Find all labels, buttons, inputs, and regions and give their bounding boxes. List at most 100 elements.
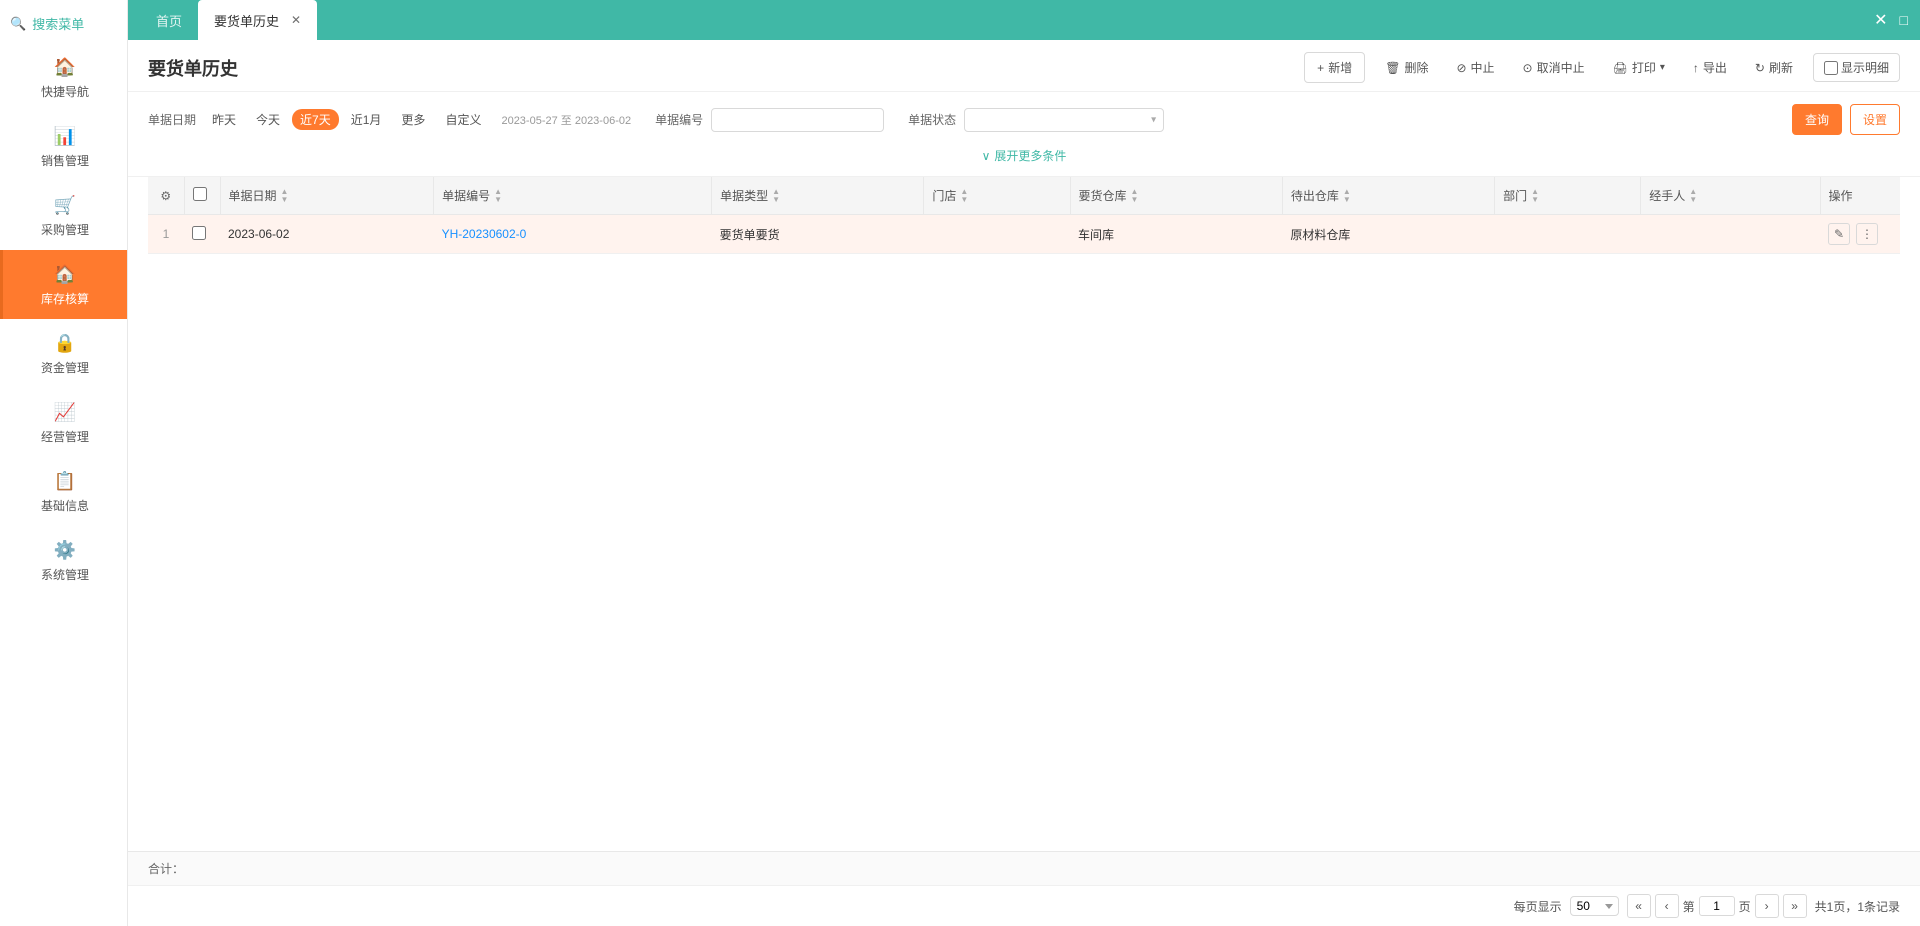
page-header: 要货单历史 + 新增 🗑 删除 ⊘ 中止 ⊙ 取消中止 <box>128 40 1920 92</box>
sidebar-search[interactable]: 🔍 搜索菜单 <box>0 0 127 43</box>
cancel-stop-button[interactable]: ⊙ 取消中止 <box>1515 53 1593 82</box>
table-container: ⚙ 单据日期 ▲▼ 单据编号 <box>128 177 1920 851</box>
sort-date[interactable]: 单据日期 ▲▼ <box>229 187 426 204</box>
sidebar-item-inventory[interactable]: 🏠 库存核算 <box>0 250 127 319</box>
tab-requisition-history[interactable]: 要货单历史 ✕ <box>198 0 317 40</box>
td-handler <box>1641 215 1820 254</box>
page-prefix: 第 <box>1683 898 1695 915</box>
sidebar-item-label: 快捷导航 <box>41 83 89 100</box>
date-filter-label: 单据日期 <box>148 111 196 128</box>
doc-status-filter-group: 单据状态 ▾ <box>908 108 1164 132</box>
refresh-button[interactable]: ↻ 刷新 <box>1747 53 1801 82</box>
th-req-warehouse: 要货仓库 ▲▼ <box>1070 177 1282 215</box>
show-detail-checkbox[interactable] <box>1824 61 1838 75</box>
cancel-stop-icon: ⊙ <box>1523 61 1533 75</box>
column-settings-icon[interactable]: ⚙ <box>156 189 176 203</box>
date-option-today[interactable]: 今天 <box>248 109 288 130</box>
th-action: 操作 <box>1820 177 1900 215</box>
date-range-display: 2023-05-27 至 2023-06-02 <box>501 112 631 128</box>
sidebar-item-label: 经营管理 <box>41 428 89 445</box>
sort-pending-warehouse[interactable]: 待出仓库 ▲▼ <box>1291 187 1486 204</box>
first-page-button[interactable]: « <box>1627 894 1651 918</box>
page-title: 要货单历史 <box>148 55 238 81</box>
purchase-icon: 🛒 <box>54 195 76 216</box>
refresh-icon: ↻ <box>1755 61 1765 75</box>
date-option-more[interactable]: 更多 <box>393 109 433 130</box>
settings-button[interactable]: 设置 <box>1850 104 1900 135</box>
date-option-custom[interactable]: 自定义 <box>437 109 489 130</box>
sidebar-item-operation[interactable]: 📈 经营管理 <box>0 388 127 457</box>
print-label: 打印 <box>1632 59 1656 76</box>
sort-store[interactable]: 门店 ▲▼ <box>932 187 1061 204</box>
prev-page-button[interactable]: ‹ <box>1655 894 1679 918</box>
sidebar-item-label: 资金管理 <box>41 359 89 376</box>
print-dropdown-icon: ▾ <box>1660 62 1665 73</box>
filter-row-1: 单据日期 昨天 今天 近7天 近1月 更多 自定义 2023-05-27 至 2… <box>148 104 1900 135</box>
select-all-checkbox[interactable] <box>193 187 207 201</box>
th-checkbox <box>184 177 220 215</box>
td-action: ✎ ⋮ <box>1820 215 1900 254</box>
th-action-label: 操作 <box>1829 189 1853 203</box>
sidebar-item-label: 库存核算 <box>41 290 89 307</box>
td-pending-warehouse: 原材料仓库 <box>1282 215 1494 254</box>
footer-summary: 合计： <box>128 851 1920 885</box>
th-number: 单据编号 ▲▼ <box>434 177 712 215</box>
next-page-button[interactable]: › <box>1755 894 1779 918</box>
doc-number-link[interactable]: YH-20230602-0 <box>442 227 527 241</box>
topbar: 首页 要货单历史 ✕ ✕ □ <box>128 0 1920 40</box>
sidebar: 🔍 搜索菜单 🏠 快捷导航 📊 销售管理 🛒 采购管理 🏠 库存核算 🔒 资金管… <box>0 0 128 926</box>
cancel-stop-label: 取消中止 <box>1537 59 1585 76</box>
tab-close-icon[interactable]: ✕ <box>291 13 301 27</box>
doc-number-filter-group: 单据编号 <box>655 108 884 132</box>
export-icon: ↑ <box>1693 61 1699 75</box>
tab-requisition-label: 要货单历史 <box>214 11 279 30</box>
sort-arrows-handler: ▲▼ <box>1689 188 1697 204</box>
export-button[interactable]: ↑ 导出 <box>1685 53 1735 82</box>
sidebar-item-label: 基础信息 <box>41 497 89 514</box>
row-edit-icon[interactable]: ✎ <box>1828 223 1850 245</box>
delete-button[interactable]: 🗑 删除 <box>1377 53 1436 82</box>
pagination-bar: 每页显示 10 20 50 100 « ‹ 第 页 › » 共1页，1条记录 <box>128 885 1920 926</box>
operation-icon: 📈 <box>54 402 76 423</box>
date-option-7days[interactable]: 近7天 <box>292 109 339 130</box>
sort-handler[interactable]: 经手人 ▲▼ <box>1649 187 1811 204</box>
last-page-button[interactable]: » <box>1783 894 1807 918</box>
th-pending-warehouse-label: 待出仓库 <box>1291 187 1339 204</box>
th-settings: ⚙ <box>148 177 184 215</box>
maximize-window-icon[interactable]: □ <box>1900 12 1908 28</box>
expand-more-button[interactable]: ∨ 展开更多条件 <box>148 143 1900 168</box>
sidebar-item-sales[interactable]: 📊 销售管理 <box>0 112 127 181</box>
page-number-input[interactable] <box>1699 896 1735 916</box>
sort-arrows-type: ▲▼ <box>772 188 780 204</box>
sidebar-item-purchase[interactable]: 🛒 采购管理 <box>0 181 127 250</box>
stop-button[interactable]: ⊘ 中止 <box>1448 53 1502 82</box>
doc-status-label: 单据状态 <box>908 111 956 128</box>
filter-action-buttons: 查询 设置 <box>1792 104 1900 135</box>
show-detail-button[interactable]: 显示明细 <box>1813 53 1900 82</box>
sidebar-item-basic[interactable]: 📋 基础信息 <box>0 457 127 526</box>
sort-req-warehouse[interactable]: 要货仓库 ▲▼ <box>1079 187 1274 204</box>
sidebar-item-system[interactable]: ⚙️ 系统管理 <box>0 526 127 595</box>
date-option-yesterday[interactable]: 昨天 <box>204 109 244 130</box>
doc-number-input[interactable] <box>711 108 884 132</box>
new-label: 新增 <box>1328 59 1352 76</box>
sidebar-item-finance[interactable]: 🔒 资金管理 <box>0 319 127 388</box>
sort-department[interactable]: 部门 ▲▼ <box>1503 187 1632 204</box>
sidebar-item-quick-nav[interactable]: 🏠 快捷导航 <box>0 43 127 112</box>
new-button[interactable]: + 新增 <box>1304 52 1365 83</box>
page-size-select[interactable]: 10 20 50 100 <box>1570 896 1619 916</box>
close-window-icon[interactable]: ✕ <box>1874 10 1887 30</box>
date-option-1month[interactable]: 近1月 <box>343 109 390 130</box>
sort-number[interactable]: 单据编号 ▲▼ <box>442 187 703 204</box>
page-size-label: 每页显示 <box>1514 898 1562 915</box>
sort-type[interactable]: 单据类型 ▲▼ <box>720 187 915 204</box>
row-more-icon[interactable]: ⋮ <box>1856 223 1878 245</box>
doc-status-input[interactable] <box>964 108 1164 132</box>
print-button[interactable]: 🖨 打印 ▾ <box>1605 53 1673 82</box>
th-pending-warehouse: 待出仓库 ▲▼ <box>1282 177 1494 215</box>
tab-home[interactable]: 首页 <box>140 0 198 40</box>
row-checkbox[interactable] <box>192 226 206 240</box>
page-nav: « ‹ 第 页 › » <box>1627 894 1807 918</box>
sort-arrows-date: ▲▼ <box>281 188 289 204</box>
query-button[interactable]: 查询 <box>1792 104 1842 135</box>
